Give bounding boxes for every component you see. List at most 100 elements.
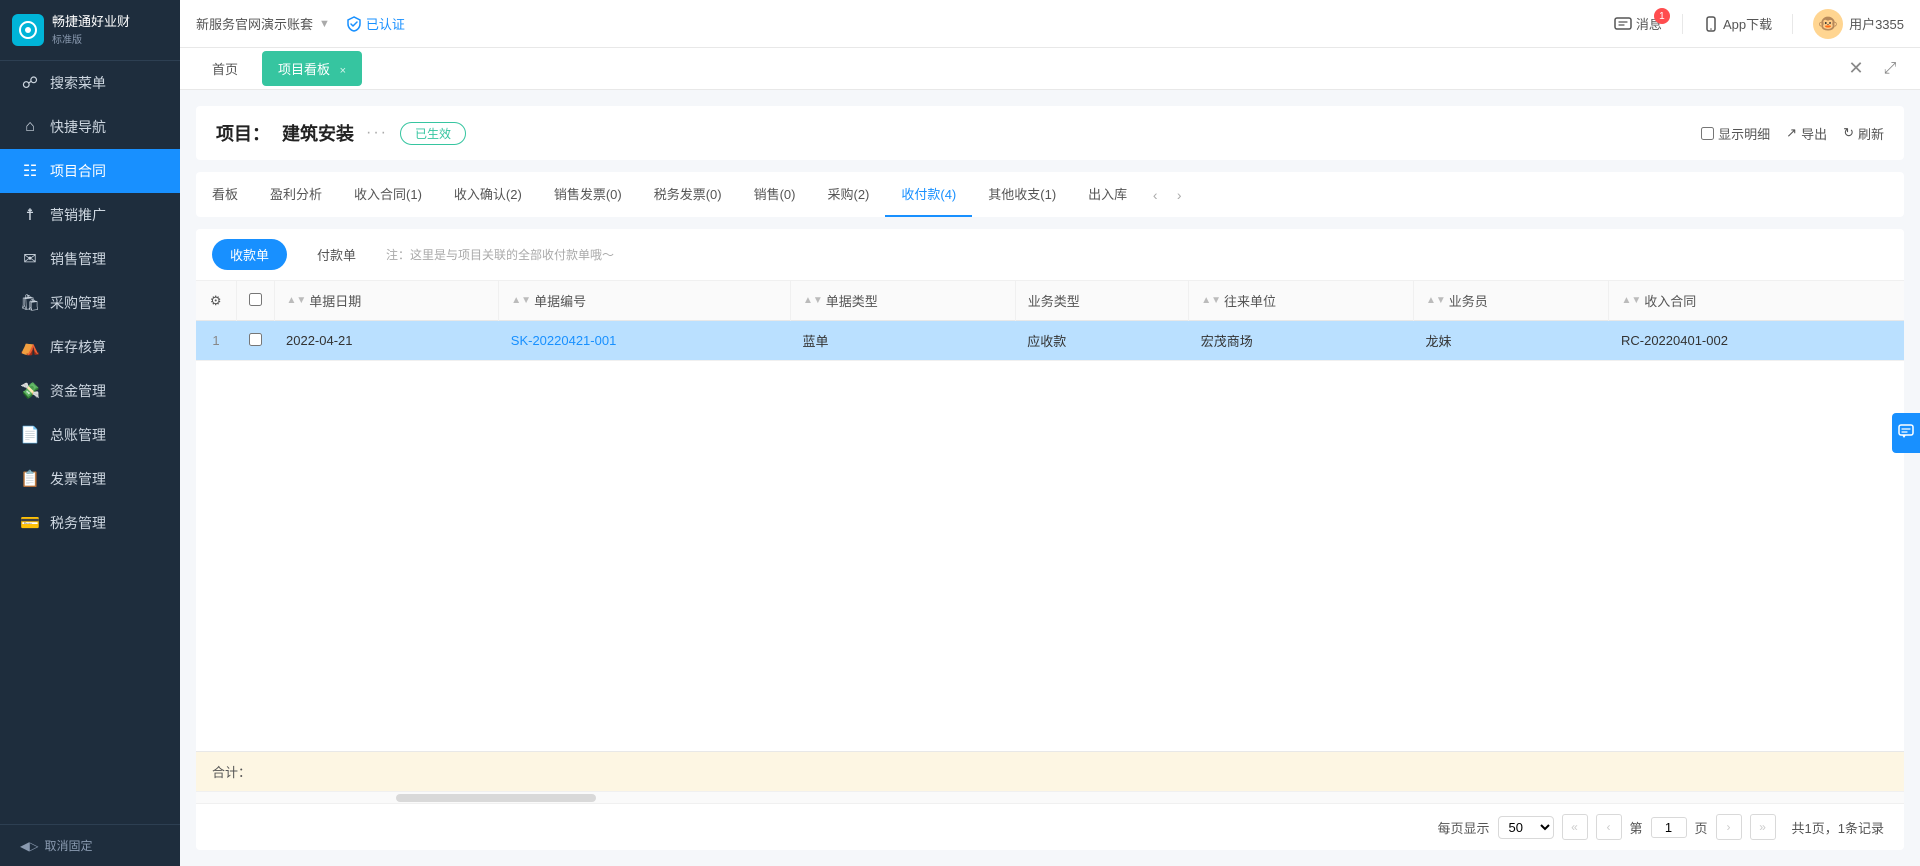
th-salesman[interactable]: ▲▼ 业务员 <box>1413 281 1609 321</box>
subtab-payments[interactable]: 付款单 <box>299 239 374 270</box>
export-icon: ↗ <box>1786 125 1797 141</box>
total-info: 共1页，1条记录 <box>1792 818 1884 837</box>
sidebar-item-marketing[interactable]: ☨ 营销推广 <box>0 193 180 237</box>
sidebar-item-shortcuts[interactable]: ⌂ 快捷导航 <box>0 105 180 149</box>
select-all-checkbox[interactable] <box>249 293 262 306</box>
app-download-button[interactable]: App下载 <box>1703 14 1772 33</box>
tax-icon: 💳 <box>20 513 40 533</box>
th-date[interactable]: ▲▼ 单据日期 <box>274 281 499 321</box>
workspace-chevron-icon: ▼ <box>319 18 330 30</box>
finance-icon: 💸 <box>20 381 40 401</box>
close-window-button[interactable]: ✕ <box>1842 55 1870 83</box>
nav-tab-prev-icon[interactable]: ‹ <box>1143 183 1167 207</box>
sidebar-item-purchase[interactable]: 🛍 采购管理 <box>0 281 180 325</box>
next-page-button[interactable]: › <box>1716 814 1742 840</box>
horizontal-scrollbar-track[interactable] <box>196 791 1904 803</box>
show-detail-toggle[interactable]: 显示明细 <box>1701 124 1770 143</box>
nav-tab-tax-invoice[interactable]: 税务发票(0) <box>638 172 738 217</box>
app-logo <box>12 14 44 46</box>
workspace-selector[interactable]: 新服务官网演示账套 ▼ <box>196 14 330 33</box>
data-table: ⚙ ▲▼ 单据日期 <box>196 281 1904 361</box>
row-contract: RC-20220401-002 <box>1609 321 1904 361</box>
table-container: 收款单 付款单 注：这里是与项目关联的全部收付款单哦～ ⚙ <box>196 229 1904 850</box>
refresh-icon: ↻ <box>1843 125 1854 141</box>
topbar-right: 消息 1 App下载 🐵 用户3355 <box>1614 9 1904 39</box>
last-page-button[interactable]: » <box>1750 814 1776 840</box>
nav-tab-income-confirm[interactable]: 收入确认(2) <box>438 172 538 217</box>
sidebar-item-contracts[interactable]: ☷ 项目合同 <box>0 149 180 193</box>
table-scroll[interactable]: ⚙ ▲▼ 单据日期 <box>196 281 1904 751</box>
show-detail-checkbox[interactable] <box>1701 127 1714 140</box>
row-number-link[interactable]: SK-20220421-001 <box>511 333 617 348</box>
table-header-row: ⚙ ▲▼ 单据日期 <box>196 281 1904 321</box>
sidebar-item-marketing-label: 营销推广 <box>50 205 106 225</box>
nav-tab-next-icon[interactable]: › <box>1167 183 1191 207</box>
page-number-input[interactable] <box>1651 817 1687 838</box>
unpin-icon: ◀▷ <box>20 839 38 853</box>
row-partner: 宏茂商场 <box>1189 321 1414 361</box>
app-download-label: App下载 <box>1723 14 1772 33</box>
tab-home[interactable]: 首页 <box>196 51 254 86</box>
messages-badge: 1 <box>1654 8 1670 24</box>
nav-tab-income-contract[interactable]: 收入合同(1) <box>338 172 438 217</box>
nav-tab-purchase[interactable]: 采购(2) <box>811 172 885 217</box>
th-type[interactable]: ▲▼ 单据类型 <box>790 281 1015 321</box>
shield-icon <box>346 16 362 32</box>
sidebar-item-inventory[interactable]: ⛺ 库存核算 <box>0 325 180 369</box>
user-menu[interactable]: 🐵 用户3355 <box>1813 9 1904 39</box>
horizontal-scrollbar-thumb[interactable] <box>396 794 596 802</box>
tabbar: 首页 项目看板 × ✕ ⤢ <box>180 48 1920 90</box>
th-settings[interactable]: ⚙ <box>196 281 236 321</box>
mobile-icon <box>1703 16 1719 32</box>
th-biz-type-label: 业务类型 <box>1028 294 1080 309</box>
project-more-icon[interactable]: ··· <box>366 124 388 142</box>
sidebar-item-ledger[interactable]: 📄 总账管理 <box>0 413 180 457</box>
th-number-label: 单据编号 <box>534 291 586 310</box>
app-edition: 标准版 <box>52 31 130 46</box>
row-checkbox-cell[interactable] <box>236 321 274 361</box>
feedback-button[interactable] <box>1892 413 1920 453</box>
sidebar-item-tax[interactable]: 💳 税务管理 <box>0 501 180 545</box>
th-salesman-label: 业务员 <box>1449 291 1488 310</box>
page-size-select[interactable]: 50 100 200 <box>1498 816 1554 839</box>
sidebar-item-search[interactable]: ☍ 搜索菜单 <box>0 61 180 105</box>
nav-tab-other[interactable]: 其他收支(1) <box>972 172 1072 217</box>
nav-tab-payment[interactable]: 收付款(4) <box>885 172 972 217</box>
th-contract[interactable]: ▲▼ 收入合同 <box>1609 281 1904 321</box>
sidebar-nav: ☍ 搜索菜单 ⌂ 快捷导航 ☷ 项目合同 ☨ 营销推广 ✉ 销售管理 🛍 采购管… <box>0 61 180 824</box>
tab-project-board[interactable]: 项目看板 × <box>262 51 362 86</box>
sidebar-item-contracts-label: 项目合同 <box>50 161 106 181</box>
table-row[interactable]: 1 2022-04-21 SK-20220421-001 蓝单 应收款 宏茂商场 <box>196 321 1904 361</box>
sidebar-item-invoice[interactable]: 📋 发票管理 <box>0 457 180 501</box>
sidebar-item-finance[interactable]: 💸 资金管理 <box>0 369 180 413</box>
first-page-button[interactable]: « <box>1562 814 1588 840</box>
th-type-sort-icon: ▲▼ <box>803 295 823 306</box>
feedback-icon <box>1898 423 1914 439</box>
row-checkbox[interactable] <box>249 333 262 346</box>
verified-badge: 已认证 <box>346 14 405 33</box>
sidebar-item-finance-label: 资金管理 <box>50 381 106 401</box>
tab-close-icon[interactable]: × <box>340 65 346 77</box>
nav-tab-inout[interactable]: 出入库 <box>1072 172 1143 217</box>
th-contract-label: 收入合同 <box>1644 291 1696 310</box>
th-checkbox[interactable] <box>236 281 274 321</box>
messages-button[interactable]: 消息 1 <box>1614 14 1662 33</box>
sidebar-footer-unpin[interactable]: ◀▷ 取消固定 <box>0 824 180 866</box>
nav-tab-sales[interactable]: 销售(0) <box>738 172 812 217</box>
page-suffix-label: 页 <box>1695 818 1708 837</box>
nav-tab-kanban[interactable]: 看板 <box>196 172 254 217</box>
row-number[interactable]: SK-20220421-001 <box>499 321 791 361</box>
prev-page-button[interactable]: ‹ <box>1596 814 1622 840</box>
th-partner[interactable]: ▲▼ 往来单位 <box>1189 281 1414 321</box>
nav-tab-profit[interactable]: 盈利分析 <box>254 172 338 217</box>
th-number[interactable]: ▲▼ 单据编号 <box>499 281 791 321</box>
expand-window-button[interactable]: ⤢ <box>1876 55 1904 83</box>
nav-tab-sales-invoice[interactable]: 销售发票(0) <box>538 172 638 217</box>
export-button[interactable]: ↗ 导出 <box>1786 124 1827 143</box>
th-number-sort-icon: ▲▼ <box>511 295 531 306</box>
page-size-label: 每页显示 <box>1437 818 1489 837</box>
tab-home-label: 首页 <box>212 62 238 77</box>
sidebar-item-sales[interactable]: ✉ 销售管理 <box>0 237 180 281</box>
subtab-receipts[interactable]: 收款单 <box>212 239 287 270</box>
refresh-button[interactable]: ↻ 刷新 <box>1843 124 1884 143</box>
